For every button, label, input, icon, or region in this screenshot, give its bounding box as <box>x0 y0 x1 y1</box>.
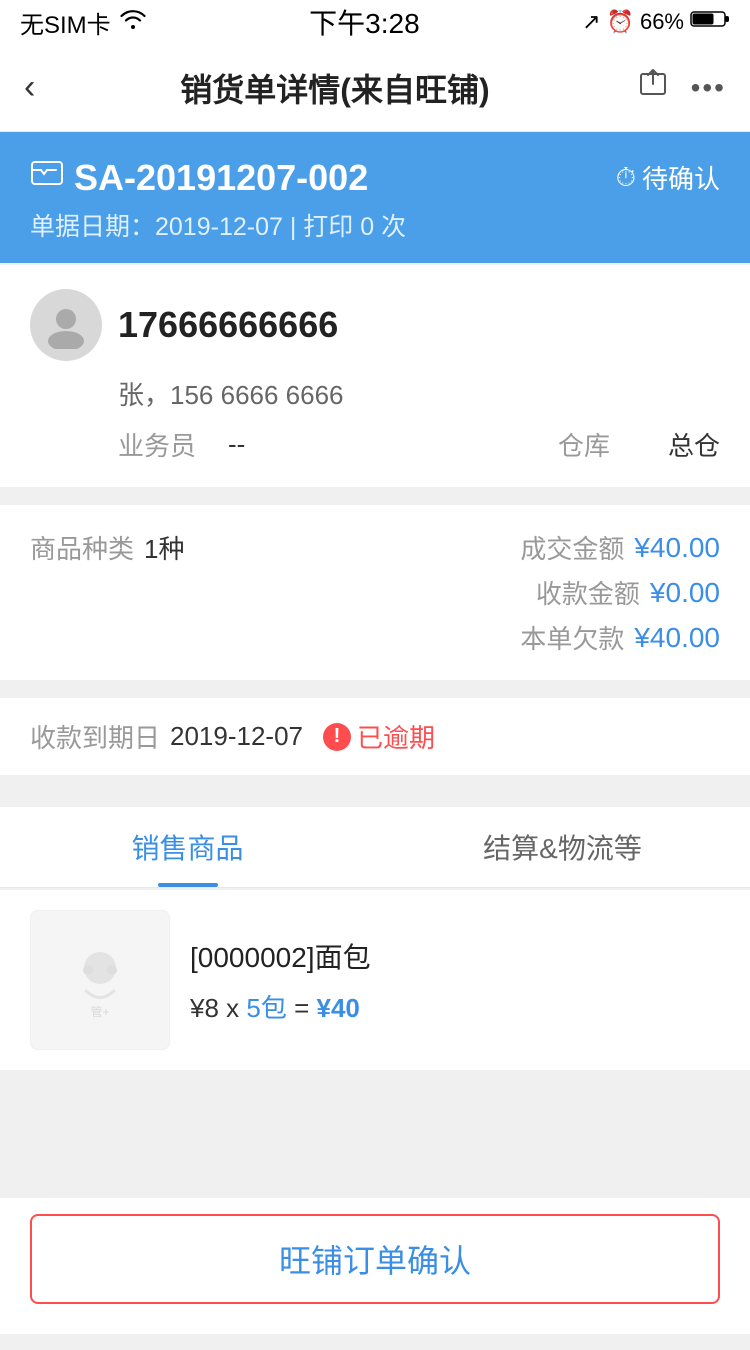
overdue-text: 已逾期 <box>357 718 435 755</box>
nav-actions: ••• <box>635 66 726 109</box>
avatar <box>30 289 102 361</box>
order-header: SA-20191207-002 ⏱ 待确认 单据日期：2019-12-07 | … <box>0 132 750 263</box>
order-inbox-icon <box>30 156 64 199</box>
location-icon: ↗ <box>582 9 600 35</box>
due-date-label: 收款到期日 <box>30 718 160 755</box>
product-item: 管+ [0000002]面包 ¥8 x 5包 = ¥40 <box>30 910 720 1050</box>
customer-section: 17666666666 张，156 6666 6666 业务员 -- 仓库 总仓 <box>0 265 750 487</box>
balance-row: 本单欠款 ¥40.00 <box>520 619 720 656</box>
overdue-icon: ! <box>323 723 351 751</box>
transaction-amount-row: 成交金额 ¥40.00 <box>520 529 720 566</box>
status-time: 下午3:28 <box>309 2 420 42</box>
sales-rep-value: -- <box>228 429 245 460</box>
order-id: SA-20191207-002 <box>30 156 368 199</box>
warehouse-label: 仓库 <box>558 426 668 463</box>
warehouse-value: 总仓 <box>668 426 720 463</box>
product-thumbnail: 管+ <box>30 910 170 1050</box>
share-icon[interactable] <box>635 66 671 109</box>
balance-value: ¥40.00 <box>634 622 720 654</box>
due-date-value: 2019-12-07 <box>170 721 303 752</box>
battery-label: 66% <box>640 9 684 35</box>
sales-rep-label: 业务员 <box>118 426 228 463</box>
overdue-badge: ! 已逾期 <box>323 718 435 755</box>
received-amount: ¥0.00 <box>650 577 720 609</box>
due-date-section: 收款到期日 2019-12-07 ! 已逾期 <box>0 698 750 775</box>
product-type-label: 商品种类 <box>30 529 134 566</box>
nav-bar: ‹ 销货单详情(来自旺铺) ••• <box>0 44 750 132</box>
amounts-col: 成交金额 ¥40.00 收款金额 ¥0.00 本单欠款 ¥40.00 <box>230 529 720 656</box>
alarm-icon: ⏰ <box>607 9 634 35</box>
order-meta: 单据日期：2019-12-07 | 打印 0 次 <box>30 207 720 243</box>
tab-active-indicator <box>158 883 218 887</box>
divider-3 <box>0 775 750 791</box>
balance-label: 本单欠款 <box>520 619 624 656</box>
customer-name: 张，156 6666 6666 <box>118 375 720 412</box>
product-total: ¥40 <box>317 993 360 1023</box>
wifi-icon <box>119 8 147 36</box>
divider-1 <box>0 487 750 503</box>
transaction-amount: ¥40.00 <box>634 532 720 564</box>
battery-icon <box>690 9 730 35</box>
product-price: ¥8 x 5包 = ¥40 <box>190 988 720 1025</box>
product-info: [0000002]面包 ¥8 x 5包 = ¥40 <box>190 936 720 1025</box>
carrier-label: 无SIM卡 <box>20 5 111 40</box>
received-amount-row: 收款金额 ¥0.00 <box>536 574 720 611</box>
transaction-label: 成交金额 <box>520 529 624 566</box>
clock-icon: ⏱ <box>616 162 636 194</box>
status-left: 无SIM卡 <box>20 5 147 40</box>
more-icon[interactable]: ••• <box>691 72 726 104</box>
product-type-field: 商品种类 1种 <box>30 529 230 566</box>
status-bar: 无SIM卡 下午3:28 ↗ ⏰ 66% <box>0 0 750 44</box>
product-type-value: 1种 <box>144 529 184 566</box>
summary-section: 商品种类 1种 成交金额 ¥40.00 收款金额 ¥0.00 本单欠款 ¥40.… <box>0 505 750 680</box>
tabs-section: 销售商品 结算&物流等 <box>0 807 750 888</box>
divider-2 <box>0 680 750 696</box>
received-label: 收款金额 <box>536 574 640 611</box>
tab-settlement-logistics[interactable]: 结算&物流等 <box>375 807 750 887</box>
page-title: 销货单详情(来自旺铺) <box>180 65 489 111</box>
svg-text:管+: 管+ <box>90 1004 109 1019</box>
product-name: [0000002]面包 <box>190 936 720 976</box>
confirm-button-wrap: 旺铺订单确认 <box>0 1198 750 1334</box>
confirm-order-button[interactable]: 旺铺订单确认 <box>30 1214 720 1304</box>
product-quantity: 5包 <box>246 993 286 1023</box>
order-status: ⏱ 待确认 <box>616 159 720 196</box>
customer-info-row: 业务员 -- 仓库 总仓 <box>118 426 720 463</box>
product-section: 管+ [0000002]面包 ¥8 x 5包 = ¥40 <box>0 890 750 1070</box>
tab-sales-products[interactable]: 销售商品 <box>0 807 375 887</box>
customer-phone: 17666666666 <box>118 304 338 346</box>
status-right: ↗ ⏰ 66% <box>582 9 730 35</box>
back-button[interactable]: ‹ <box>24 68 35 107</box>
